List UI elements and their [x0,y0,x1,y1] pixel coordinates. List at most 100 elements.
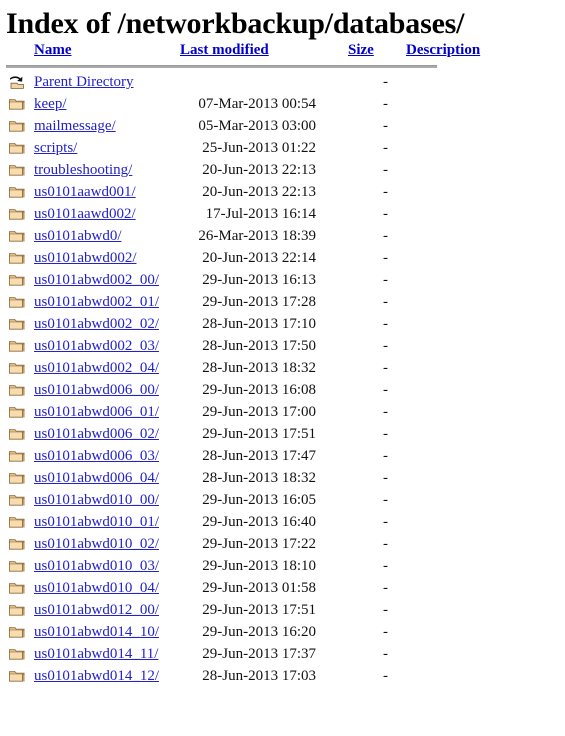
row-description [406,600,526,622]
row-icon-cell [0,622,32,644]
row-description [406,402,526,424]
row-name-cell: us0101abwd002/ [32,248,180,270]
directory-link[interactable]: us0101aawd002/ [34,206,136,222]
folder-icon [8,514,26,530]
row-description [406,72,526,94]
row-description [406,490,526,512]
directory-link[interactable]: troubleshooting/ [34,162,132,178]
row-description [406,138,526,160]
header-icon-spacer [0,40,32,62]
row-icon-cell [0,600,32,622]
row-size: - [383,184,388,200]
directory-link[interactable]: scripts/ [34,140,77,156]
row-last-modified: 28-Jun-2013 17:50 [202,338,316,354]
row-size: - [383,492,388,508]
directory-link[interactable]: us0101abwd006_00/ [34,382,159,398]
row-size: - [383,470,388,486]
directory-link[interactable]: us0101abwd006_02/ [34,426,159,442]
row-last-modified [180,72,348,94]
directory-link[interactable]: us0101abwd012_00/ [34,602,159,618]
directory-link[interactable]: us0101abwd002_04/ [34,360,159,376]
row-last-modified: 29-Jun-2013 17:00 [202,404,316,420]
row-size: - [383,74,388,90]
directory-link[interactable]: us0101abwd002_00/ [34,272,159,288]
directory-link[interactable]: us0101abwd014_12/ [34,668,159,684]
sort-by-last-modified-link[interactable]: Last modified [180,42,269,58]
row-name-cell: us0101abwd006_02/ [32,424,180,446]
row-size: - [383,96,388,112]
directory-link[interactable]: us0101abwd0/ [34,228,122,244]
row-name-cell: us0101abwd002_00/ [32,270,180,292]
directory-link[interactable]: us0101abwd002_02/ [34,316,159,332]
row-size: - [383,162,388,178]
table-row: us0101aawd001/20-Jun-2013 22:13 - [0,182,526,204]
folder-icon [8,382,26,398]
row-size: - [383,558,388,574]
row-last-modified: 20-Jun-2013 22:13 [202,184,316,200]
table-row: us0101aawd002/17-Jul-2013 16:14 - [0,204,526,226]
directory-link[interactable]: mailmessage/ [34,118,116,134]
row-last-modified: 20-Jun-2013 22:14 [202,250,316,266]
row-last-modified: 29-Jun-2013 17:51 [202,602,316,618]
parent-directory-link[interactable]: Parent Directory [34,74,134,90]
folder-icon [8,162,26,178]
header-rule-row [0,62,526,72]
listing-body: Parent Directory - keep/07-Mar-2013 00:54 -… [0,72,526,688]
table-row: us0101abwd010_03/29-Jun-2013 18:10 - [0,556,526,578]
directory-link[interactable]: us0101abwd014_11/ [34,646,158,662]
table-row: mailmessage/05-Mar-2013 03:00 - [0,116,526,138]
header-rule-cell [0,62,526,72]
row-last-modified: 29-Jun-2013 17:37 [202,646,316,662]
directory-link[interactable]: us0101abwd010_03/ [34,558,159,574]
row-description [406,314,526,336]
directory-link[interactable]: us0101aawd001/ [34,184,136,200]
row-last-modified: 29-Jun-2013 16:08 [202,382,316,398]
sort-by-name-link[interactable]: Name [34,42,72,58]
row-icon-cell [0,424,32,446]
directory-link[interactable]: us0101abwd006_04/ [34,470,159,486]
table-row: us0101abwd006_01/29-Jun-2013 17:00 - [0,402,526,424]
table-row: us0101abwd014_11/29-Jun-2013 17:37 - [0,644,526,666]
row-size: - [383,404,388,420]
row-description [406,446,526,468]
directory-link[interactable]: us0101abwd006_03/ [34,448,159,464]
directory-link[interactable]: us0101abwd010_01/ [34,514,159,530]
row-name-cell: us0101abwd0/ [32,226,180,248]
row-icon-cell [0,204,32,226]
directory-link[interactable]: us0101abwd010_02/ [34,536,159,552]
row-last-modified: 29-Jun-2013 01:58 [202,580,316,596]
row-name-cell: us0101abwd006_03/ [32,446,180,468]
directory-index-page: Index of /networkbackup/databases/ Name … [0,8,565,688]
directory-link[interactable]: keep/ [34,96,66,112]
directory-link[interactable]: us0101abwd006_01/ [34,404,159,420]
page-title: Index of /networkbackup/databases/ [6,7,465,40]
listing-header: Name Last modified Size Description [0,40,526,72]
directory-link[interactable]: us0101abwd014_10/ [34,624,159,640]
row-last-modified: 26-Mar-2013 18:39 [198,228,316,244]
row-size: - [383,514,388,530]
directory-link[interactable]: us0101abwd002/ [34,250,137,266]
sort-by-description-link[interactable]: Description [406,42,480,58]
row-size: - [383,272,388,288]
row-icon-cell [0,182,32,204]
table-row: us0101abwd006_03/28-Jun-2013 17:47 - [0,446,526,468]
table-row: scripts/25-Jun-2013 01:22 - [0,138,526,160]
row-name-cell: us0101aawd002/ [32,204,180,226]
row-description [406,578,526,600]
directory-link[interactable]: us0101abwd002_03/ [34,338,159,354]
row-icon-cell [0,160,32,182]
row-description [406,512,526,534]
row-last-modified: 29-Jun-2013 16:40 [202,514,316,530]
row-size: - [383,118,388,134]
table-row: us0101abwd006_02/29-Jun-2013 17:51 - [0,424,526,446]
row-name-cell: keep/ [32,94,180,116]
horizontal-rule [6,64,437,68]
table-row: us0101abwd0/26-Mar-2013 18:39 - [0,226,526,248]
directory-link[interactable]: us0101abwd010_04/ [34,580,159,596]
directory-link[interactable]: us0101abwd010_00/ [34,492,159,508]
row-last-modified: 28-Jun-2013 17:10 [202,316,316,332]
row-icon-cell [0,94,32,116]
directory-link[interactable]: us0101abwd002_01/ [34,294,159,310]
row-description [406,424,526,446]
sort-by-size-link[interactable]: Size [348,42,374,58]
